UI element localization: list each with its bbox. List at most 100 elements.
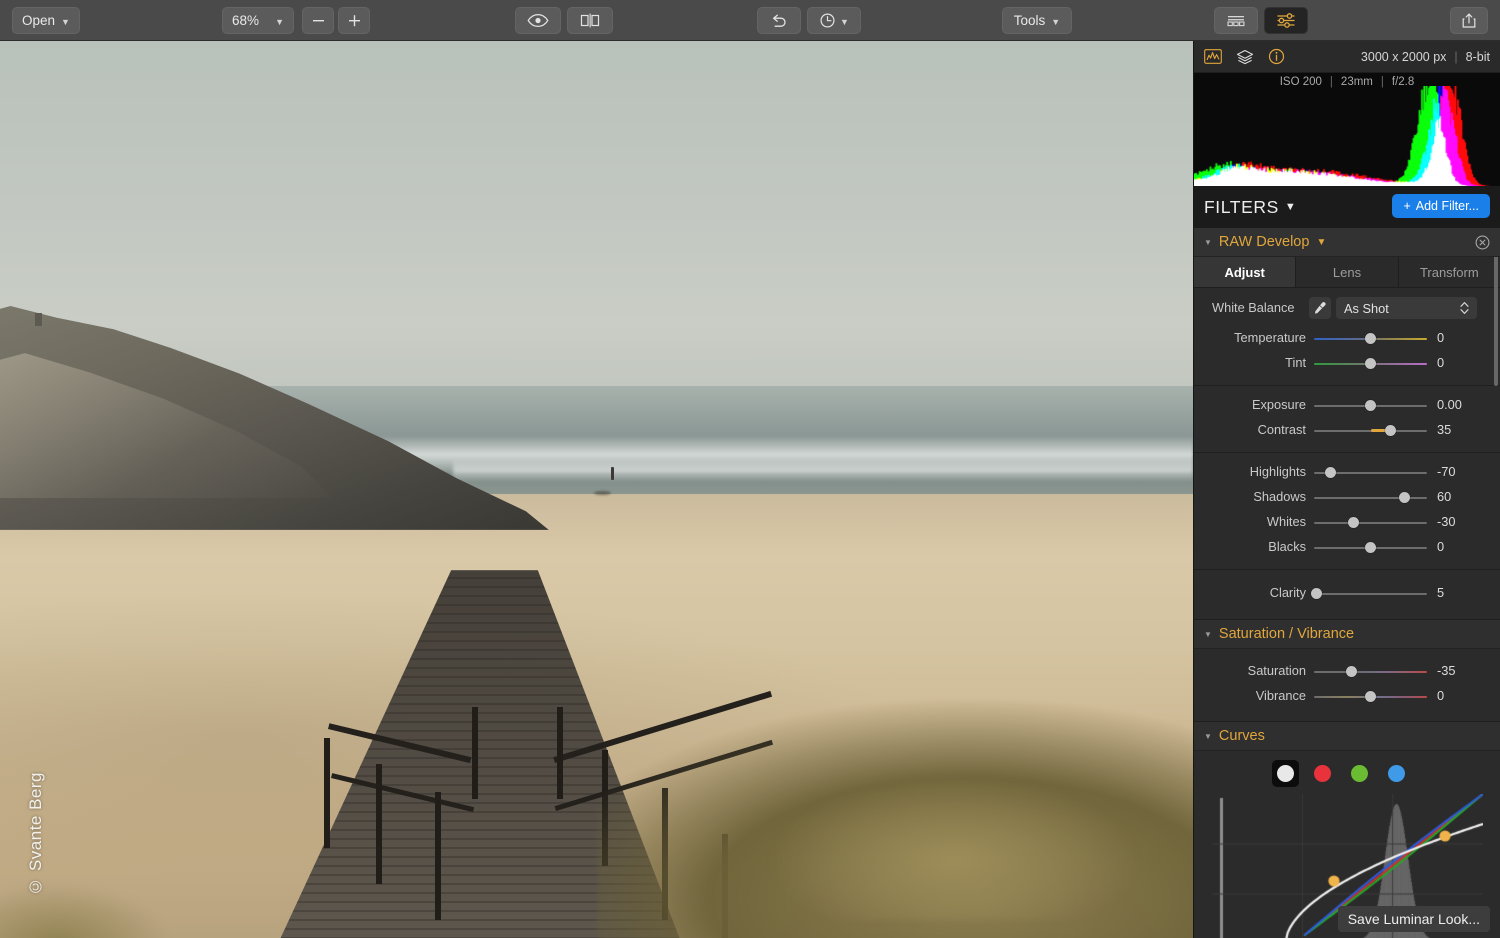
histogram-header: 3000 x 2000 px | 8-bit (1194, 41, 1500, 73)
exif-iso: ISO 200 (1279, 76, 1322, 88)
edits-panel-button[interactable] (1264, 7, 1308, 34)
slider-value: 0 (1437, 330, 1445, 345)
slider-value: -30 (1437, 514, 1456, 529)
curve-luminance-channel[interactable] (1272, 760, 1299, 787)
slider-handle[interactable] (1365, 400, 1376, 411)
add-filter-button[interactable]: + Add Filter... (1392, 194, 1490, 218)
slider-value: 0 (1437, 539, 1445, 554)
slider-clarity[interactable]: Clarity 5 (1194, 581, 1500, 606)
raw-develop-header[interactable]: ▼ RAW Develop ▼ (1194, 228, 1500, 257)
exposure-contrast-group: Exposure 0.00 Contrast 35 (1194, 386, 1500, 453)
slider-value: -35 (1437, 663, 1456, 678)
slider-vibrance[interactable]: Vibrance 0 (1194, 684, 1500, 709)
disclosure-triangle-icon[interactable]: ▼ (1204, 732, 1212, 741)
slider-whites[interactable]: Whites -30 (1194, 510, 1500, 535)
slider-track[interactable] (1314, 670, 1427, 673)
share-button[interactable] (1450, 7, 1488, 34)
photo-surf-line-2 (453, 459, 1193, 481)
disclosure-triangle-icon[interactable]: ▼ (1204, 630, 1212, 639)
slider-handle[interactable] (1365, 333, 1376, 344)
slider-label: Vibrance (1255, 688, 1306, 703)
slider-track[interactable] (1314, 592, 1427, 595)
blue-channel-dot (1388, 765, 1405, 782)
slider-handle[interactable] (1325, 467, 1337, 478)
zoom-out-button[interactable] (302, 7, 334, 34)
slider-contrast[interactable]: Contrast 35 (1194, 418, 1500, 443)
white-balance-row: White Balance As Shot (1194, 295, 1500, 323)
preview-toggle-button[interactable] (515, 7, 561, 34)
curve-green-channel[interactable] (1346, 760, 1373, 787)
slider-handle[interactable] (1365, 358, 1376, 369)
histogram-icon[interactable] (1204, 49, 1222, 64)
zoom-level-value: 68% (232, 13, 260, 28)
slider-blacks[interactable]: Blacks 0 (1194, 535, 1500, 560)
filters-scroll-area[interactable]: ▼ RAW Develop ▼ Adjust Lens Transform Wh… (1194, 228, 1500, 938)
exif-divider: | (1380, 76, 1384, 88)
tab-adjust[interactable]: Adjust (1194, 257, 1297, 287)
zoom-level-select[interactable]: 68% ▼ (222, 7, 294, 34)
layers-icon[interactable] (1236, 49, 1254, 65)
slider-value: 35 (1437, 422, 1452, 437)
image-canvas[interactable]: © Svante Berg (0, 41, 1193, 938)
white-balance-select[interactable]: As Shot (1336, 297, 1477, 319)
tab-transform[interactable]: Transform (1399, 257, 1500, 287)
slider-label: Saturation (1247, 663, 1306, 678)
slider-saturation[interactable]: Saturation -35 (1194, 659, 1500, 684)
share-icon (1462, 13, 1476, 28)
histogram-tab-icons (1204, 48, 1285, 65)
saturation-vibrance-header[interactable]: ▼ Saturation / Vibrance (1194, 620, 1500, 649)
slider-handle[interactable] (1365, 542, 1376, 553)
slider-handle[interactable] (1345, 666, 1357, 677)
open-button[interactable]: Open ▼ (12, 7, 80, 34)
exif-strip: ISO 200 | 23mm | f/2.8 (1194, 76, 1500, 88)
slider-label: Tint (1285, 355, 1306, 370)
slider-handle[interactable] (1310, 588, 1322, 599)
slider-handle[interactable] (1384, 425, 1396, 436)
chevron-down-icon: ▼ (1284, 201, 1297, 213)
slider-handle[interactable] (1365, 691, 1376, 702)
curve-red-channel[interactable] (1309, 760, 1336, 787)
compare-split-button[interactable] (567, 7, 613, 34)
slider-value: 0 (1437, 355, 1445, 370)
green-channel-dot (1351, 765, 1368, 782)
slider-shadows[interactable]: Shadows 60 (1194, 485, 1500, 510)
slider-handle[interactable] (1398, 492, 1410, 503)
clarity-group: Clarity 5 (1194, 570, 1500, 620)
filters-title: FILTERS (1204, 196, 1279, 217)
slider-temperature[interactable]: Temperature 0 (1194, 326, 1500, 351)
disclosure-triangle-icon[interactable]: ▼ (1204, 238, 1212, 247)
close-icon[interactable] (1475, 235, 1490, 250)
slider-track[interactable] (1314, 521, 1427, 524)
histogram-panel[interactable]: ISO 200 | 23mm | f/2.8 (1194, 73, 1500, 186)
history-button[interactable]: ▼ (807, 7, 861, 34)
presets-panel-button[interactable] (1214, 7, 1258, 34)
exif-divider: | (1329, 76, 1333, 88)
plus-icon: + (1403, 199, 1411, 213)
up-down-chevron-icon (1459, 300, 1470, 316)
histogram-graph (1194, 86, 1500, 186)
curves-header[interactable]: ▼ Curves (1194, 722, 1500, 751)
curve-blue-channel[interactable] (1383, 760, 1410, 787)
slider-handle[interactable] (1348, 517, 1360, 528)
eyedropper-icon[interactable] (1309, 297, 1331, 319)
slider-tint[interactable]: Tint 0 (1194, 351, 1500, 376)
tools-button[interactable]: Tools ▼ (1002, 7, 1072, 34)
save-luminar-look-button[interactable]: Save Luminar Look... (1337, 906, 1490, 932)
filters-title-group[interactable]: FILTERS ▼ (1204, 197, 1296, 218)
slider-value: 0 (1437, 688, 1445, 703)
slider-highlights[interactable]: Highlights -70 (1194, 460, 1500, 485)
slider-exposure[interactable]: Exposure 0.00 (1194, 393, 1500, 418)
chevron-down-icon[interactable]: ▼ (1316, 237, 1326, 248)
slider-track[interactable] (1314, 496, 1427, 499)
saturation-vibrance-title: Saturation / Vibrance (1218, 626, 1355, 642)
eye-icon (527, 13, 549, 28)
white-balance-label: White Balance (1212, 300, 1295, 315)
slider-value: 0.00 (1437, 397, 1462, 412)
image-dimensions: 3000 x 2000 px (1360, 50, 1447, 64)
info-icon[interactable] (1268, 48, 1285, 65)
undo-button[interactable] (757, 7, 801, 34)
tab-lens[interactable]: Lens (1296, 257, 1399, 287)
image-bit-depth: 8-bit (1465, 50, 1490, 64)
zoom-in-button[interactable] (338, 7, 370, 34)
meta-divider: | (1454, 50, 1458, 64)
